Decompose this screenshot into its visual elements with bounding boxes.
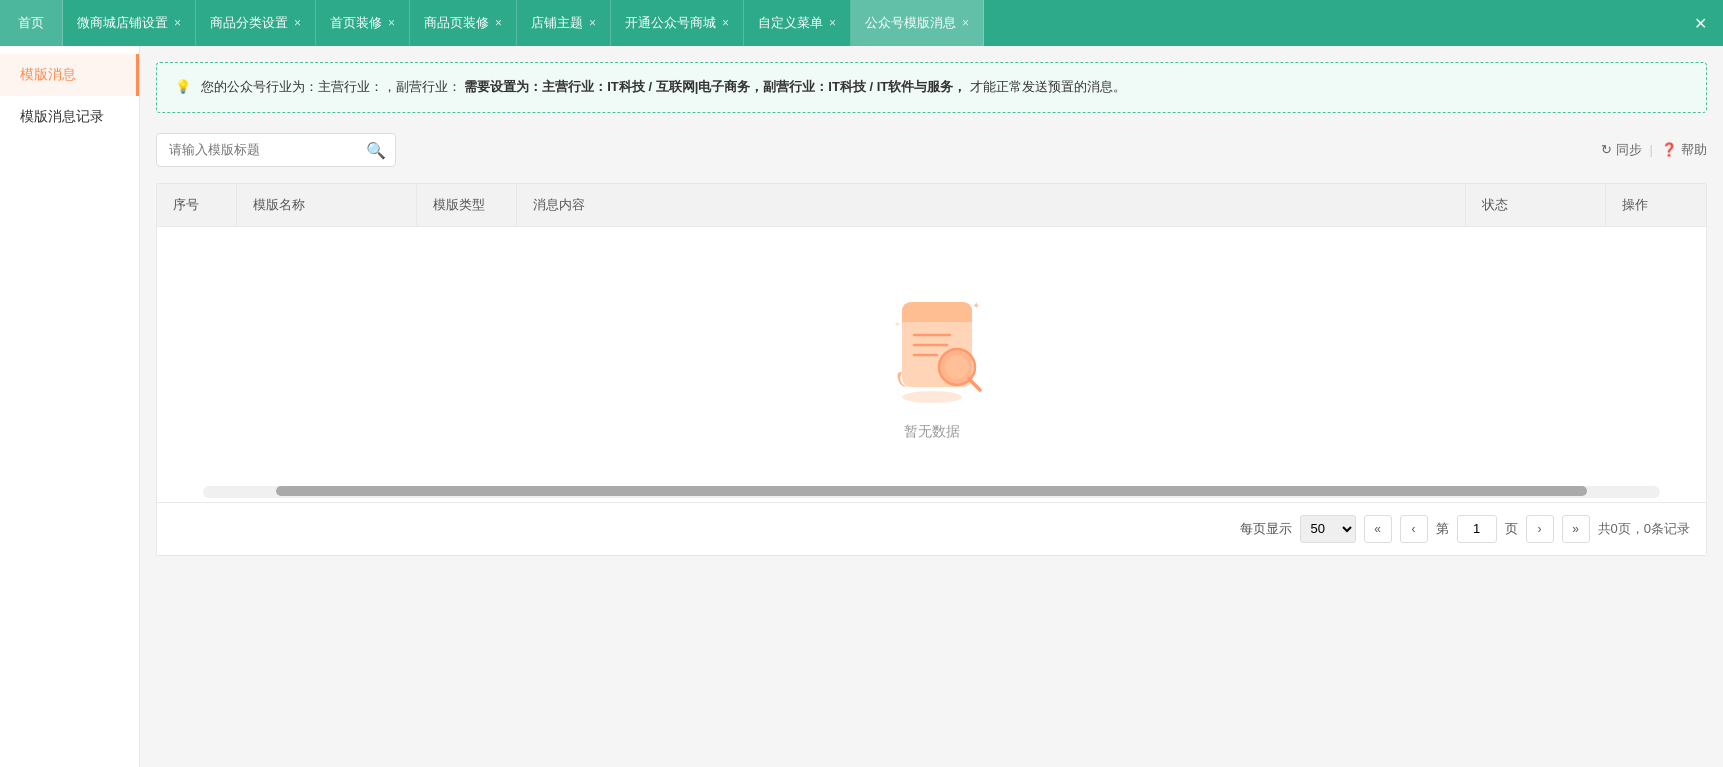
help-icon: ❓	[1661, 142, 1677, 157]
alert-box: 💡 您的公众号行业为：主营行业：，副营行业： 需要设置为：主营行业：IT科技 /…	[156, 62, 1707, 113]
next-page-button[interactable]: ›	[1526, 515, 1554, 543]
first-page-button[interactable]: «	[1364, 515, 1392, 543]
close-theme[interactable]: ×	[589, 16, 596, 30]
page-unit: 页	[1505, 520, 1518, 538]
help-button[interactable]: ❓ 帮助	[1661, 141, 1707, 159]
empty-illustration: ✦ ✦	[872, 287, 992, 407]
nav-tab-home[interactable]: 首页	[0, 0, 63, 46]
pagination: 每页显示 50 10 20 100 « ‹ 第 页 › » 共0页，0条记录	[157, 502, 1706, 555]
close-weishop[interactable]: ×	[174, 16, 181, 30]
h-scrollbar[interactable]	[203, 486, 1659, 498]
content-area: 💡 您的公众号行业为：主营行业：，副营行业： 需要设置为：主营行业：IT科技 /…	[140, 46, 1723, 767]
page-input[interactable]	[1457, 515, 1497, 543]
svg-point-5	[945, 355, 969, 379]
svg-point-0	[902, 391, 962, 403]
scrollbar-thumb[interactable]	[276, 486, 1587, 496]
close-custommenu[interactable]: ×	[829, 16, 836, 30]
close-templatemsg[interactable]: ×	[962, 16, 969, 30]
th-name: 模版名称	[237, 184, 417, 226]
sidebar-item-template-record[interactable]: 模版消息记录	[0, 96, 139, 138]
sidebar: 模版消息 模版消息记录	[0, 46, 140, 767]
search-bar: 🔍 ↻ 同步 | ❓ 帮助	[156, 133, 1707, 167]
main-layout: 模版消息 模版消息记录 💡 您的公众号行业为：主营行业：，副营行业： 需要设置为…	[0, 46, 1723, 767]
close-openstore[interactable]: ×	[722, 16, 729, 30]
prev-page-button[interactable]: ‹	[1400, 515, 1428, 543]
nav-tab-category[interactable]: 商品分类设置 ×	[196, 0, 316, 46]
bulb-icon: 💡	[175, 79, 191, 94]
empty-state: ✦ ✦ 暂无数据	[157, 227, 1706, 481]
nav-tab-templatemsg[interactable]: 公众号模版消息 ×	[851, 0, 984, 46]
th-content: 消息内容	[517, 184, 1466, 226]
nav-tab-custommenu[interactable]: 自定义菜单 ×	[744, 0, 851, 46]
th-status: 状态	[1466, 184, 1606, 226]
page-size-select[interactable]: 50 10 20 100	[1300, 515, 1356, 543]
th-type: 模版类型	[417, 184, 517, 226]
page-label: 第	[1436, 520, 1449, 538]
th-action: 操作	[1606, 184, 1706, 226]
search-input[interactable]	[156, 133, 396, 167]
nav-tab-weishop[interactable]: 微商城店铺设置 ×	[63, 0, 196, 46]
table-header: 序号 模版名称 模版类型 消息内容 状态 操作	[157, 184, 1706, 227]
sync-button[interactable]: ↻ 同步	[1601, 141, 1642, 159]
toolbar-right: ↻ 同步 | ❓ 帮助	[1601, 141, 1707, 159]
top-nav: 首页 微商城店铺设置 × 商品分类设置 × 首页装修 × 商品页装修 × 店铺主…	[0, 0, 1723, 46]
page-size-label: 每页显示	[1240, 520, 1292, 538]
last-page-button[interactable]: »	[1562, 515, 1590, 543]
svg-line-6	[969, 379, 980, 390]
data-table: 序号 模版名称 模版类型 消息内容 状态 操作	[156, 183, 1707, 556]
close-product[interactable]: ×	[495, 16, 502, 30]
empty-text: 暂无数据	[904, 423, 960, 441]
nav-tab-product[interactable]: 商品页装修 ×	[410, 0, 517, 46]
th-seq: 序号	[157, 184, 237, 226]
nav-tab-openstore[interactable]: 开通公众号商城 ×	[611, 0, 744, 46]
total-info: 共0页，0条记录	[1598, 520, 1690, 538]
nav-tab-homepage[interactable]: 首页装修 ×	[316, 0, 410, 46]
close-homepage[interactable]: ×	[388, 16, 395, 30]
sidebar-item-template-msg[interactable]: 模版消息	[0, 54, 139, 96]
search-input-wrap: 🔍	[156, 133, 396, 167]
close-all-button[interactable]: ✕	[1678, 14, 1723, 33]
close-category[interactable]: ×	[294, 16, 301, 30]
search-icon[interactable]: 🔍	[366, 140, 386, 159]
sync-icon: ↻	[1601, 142, 1612, 157]
divider: |	[1650, 142, 1653, 157]
nav-tab-theme[interactable]: 店铺主题 ×	[517, 0, 611, 46]
svg-text:✦: ✦	[894, 320, 901, 329]
scrollbar-area	[157, 481, 1706, 502]
svg-text:✦: ✦	[972, 300, 980, 311]
